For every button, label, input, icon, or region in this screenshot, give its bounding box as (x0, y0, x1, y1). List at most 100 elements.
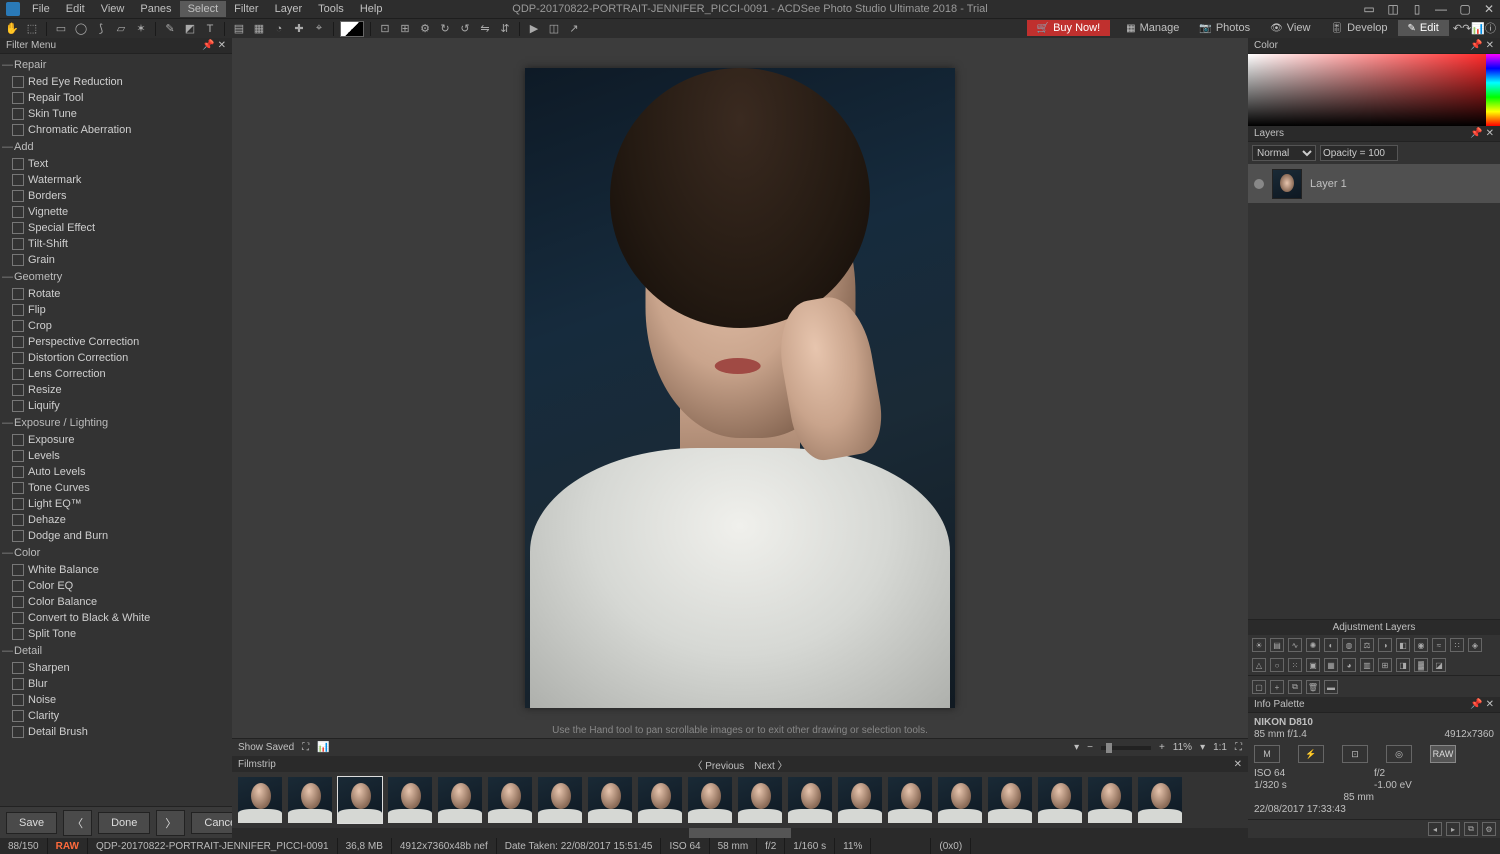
menu-layer[interactable]: Layer (267, 1, 311, 17)
filmstrip-thumb[interactable] (888, 777, 932, 823)
menu-tools[interactable]: Tools (310, 1, 352, 17)
mode-view[interactable]: 👁View (1260, 20, 1320, 36)
filter-item[interactable]: Vignette (0, 204, 232, 220)
info-next-icon[interactable]: ▸ (1446, 822, 1460, 836)
filmstrip-thumb[interactable] (1088, 777, 1132, 823)
filter-item[interactable]: Watermark (0, 172, 232, 188)
menu-edit[interactable]: Edit (58, 1, 93, 17)
gradient-icon[interactable]: ▤ (231, 21, 247, 37)
zoom-in-icon[interactable]: + (1159, 742, 1165, 753)
window-layout-3-icon[interactable]: ▯ (1410, 2, 1424, 16)
info-settings-icon[interactable]: ⚙ (1482, 822, 1496, 836)
filter-item[interactable]: Dodge and Burn (0, 528, 232, 544)
menu-select[interactable]: Select (180, 1, 227, 17)
add-mask-icon[interactable]: + (1270, 680, 1284, 694)
adj-exposure-icon[interactable]: ☀ (1252, 638, 1266, 652)
filmstrip-thumb[interactable] (838, 777, 882, 823)
filter-item[interactable]: Chromatic Aberration (0, 122, 232, 138)
mode-edit[interactable]: ✎Edit (1398, 20, 1449, 36)
filmstrip-prev[interactable]: 〈 Previous (692, 757, 744, 772)
adj-light-icon[interactable]: ✺ (1306, 638, 1320, 652)
filmstrip-thumb[interactable] (538, 777, 582, 823)
pin-icon[interactable]: 📌 (202, 40, 214, 51)
menu-filter[interactable]: Filter (226, 1, 266, 17)
minimize-icon[interactable]: — (1434, 2, 1448, 16)
adj-blur-icon[interactable]: ○ (1270, 658, 1284, 672)
marquee-rect-icon[interactable]: ▭ (53, 21, 69, 37)
adj-noise-icon[interactable]: ⁙ (1288, 658, 1302, 672)
filter-item[interactable]: Text (0, 156, 232, 172)
canvas[interactable]: Use the Hand tool to pan scrollable imag… (232, 38, 1248, 738)
window-layout-1-icon[interactable]: ▭ (1362, 2, 1376, 16)
filter-item[interactable]: Convert to Black & White (0, 610, 232, 626)
filmstrip-thumb[interactable] (238, 777, 282, 823)
filmstrip-thumb[interactable] (1138, 777, 1182, 823)
eyedropper-icon[interactable]: ◔ (271, 21, 287, 37)
prev-image-button[interactable]: 〈 (63, 810, 92, 836)
next-image-button[interactable]: 〉 (156, 810, 185, 836)
adj-grain-icon[interactable]: ∷ (1450, 638, 1464, 652)
filter-item[interactable]: Lens Correction (0, 366, 232, 382)
filmstrip-thumb[interactable] (388, 777, 432, 823)
adj-hsl-icon[interactable]: ◕ (1342, 658, 1356, 672)
adj-threshold-icon[interactable]: ◨ (1396, 658, 1410, 672)
adj-wb-icon[interactable]: ◐ (1324, 638, 1338, 652)
filmstrip-thumb[interactable] (988, 777, 1032, 823)
filter-item[interactable]: Sharpen (0, 660, 232, 676)
pin-icon[interactable]: 📌 (1470, 40, 1482, 51)
zoom-out-icon[interactable]: − (1087, 742, 1093, 753)
filmstrip-close-icon[interactable]: ✕ (1234, 759, 1242, 770)
flip-v-icon[interactable]: ⇵ (497, 21, 513, 37)
adj-vignette-icon[interactable]: ◉ (1414, 638, 1428, 652)
pin-icon[interactable]: 📌 (1470, 128, 1482, 139)
text-tool-icon[interactable]: T (202, 21, 218, 37)
filmstrip-scrollbar[interactable] (232, 828, 1248, 838)
adj-dehaze-icon[interactable]: ≈ (1432, 638, 1446, 652)
filter-item[interactable]: Red Eye Reduction (0, 74, 232, 90)
blend-mode-select[interactable]: Normal (1252, 145, 1316, 161)
undo-icon[interactable]: ↶ (1453, 22, 1462, 35)
done-button[interactable]: Done (98, 812, 150, 834)
adj-photo-icon[interactable]: ▣ (1306, 658, 1320, 672)
slideshow-icon[interactable]: ▶ (526, 21, 542, 37)
window-layout-2-icon[interactable]: ◫ (1386, 2, 1400, 16)
filmstrip-thumb[interactable] (938, 777, 982, 823)
filter-category[interactable]: Exposure / Lighting (0, 414, 232, 432)
adj-posterize-icon[interactable]: ▓ (1414, 658, 1428, 672)
fill-icon[interactable]: ▦ (251, 21, 267, 37)
pin-icon[interactable]: 📌 (1470, 699, 1482, 710)
filter-category[interactable]: Color (0, 544, 232, 562)
filter-menu-body[interactable]: RepairRed Eye ReductionRepair ToolSkin T… (0, 54, 232, 806)
color-picker[interactable] (1248, 54, 1500, 126)
close-panel-icon[interactable]: ✕ (1486, 128, 1494, 139)
flip-h-icon[interactable]: ⇋ (477, 21, 493, 37)
menu-file[interactable]: File (24, 1, 58, 17)
filmstrip-thumb[interactable] (788, 777, 832, 823)
show-saved-toggle[interactable]: Show Saved (238, 742, 294, 753)
select-tool-icon[interactable]: ⬚ (24, 21, 40, 37)
close-panel-icon[interactable]: ✕ (1486, 40, 1494, 51)
adj-lut-icon[interactable]: ▥ (1360, 658, 1374, 672)
adj-bw-icon[interactable]: ◑ (1378, 638, 1392, 652)
rotate-cw-icon[interactable]: ↻ (437, 21, 453, 37)
filter-category[interactable]: Add (0, 138, 232, 156)
filter-item[interactable]: Repair Tool (0, 90, 232, 106)
maximize-icon[interactable]: ▢ (1458, 2, 1472, 16)
zoom-slider[interactable] (1101, 746, 1151, 750)
buy-now-button[interactable]: 🛒Buy Now! (1027, 20, 1111, 36)
duplicate-layer-icon[interactable]: ⧉ (1288, 680, 1302, 694)
mode-develop[interactable]: 🎚Develop (1320, 20, 1397, 36)
zoom-dropdown-icon[interactable]: ▾ (1200, 742, 1205, 753)
info-prev-icon[interactable]: ◂ (1428, 822, 1442, 836)
adj-channel-icon[interactable]: ⊞ (1378, 658, 1392, 672)
compare-icon[interactable]: ◫ (546, 21, 562, 37)
filter-item[interactable]: Grain (0, 252, 232, 268)
filter-item[interactable]: Skin Tune (0, 106, 232, 122)
filter-item[interactable]: Resize (0, 382, 232, 398)
adj-gradient-icon[interactable]: ▦ (1324, 658, 1338, 672)
filmstrip-thumb[interactable] (738, 777, 782, 823)
filter-item[interactable]: Detail Brush (0, 724, 232, 740)
filmstrip-thumb[interactable] (288, 777, 332, 823)
filter-item[interactable]: Color EQ (0, 578, 232, 594)
filter-category[interactable]: Geometry (0, 268, 232, 286)
